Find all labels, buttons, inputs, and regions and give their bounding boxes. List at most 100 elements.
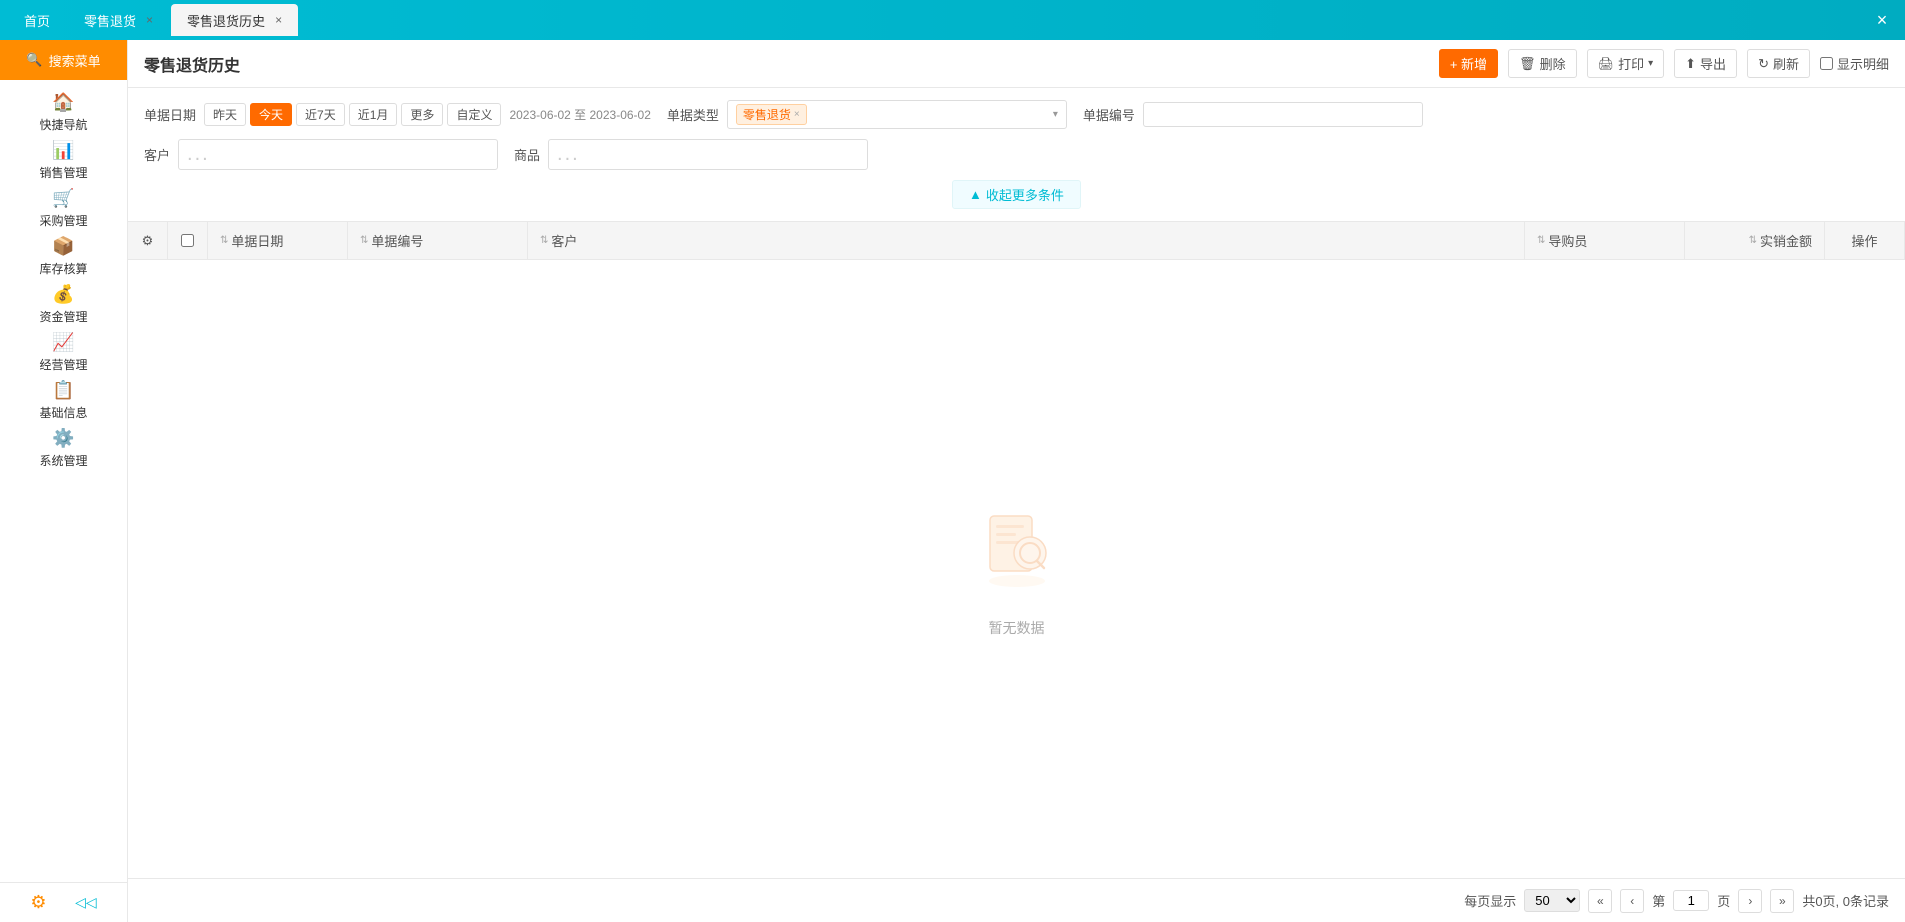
sidebar-item-system[interactable]: ⚙️ 系统管理 — [0, 424, 127, 472]
tab-retail-return-history[interactable]: 零售退货历史× — [171, 4, 298, 36]
page-header: 零售退货历史 + 新增 🗑 删除 🖨 打印 ▾ ⬆ 导出 ↻ — [128, 40, 1905, 88]
th-checkbox[interactable] — [168, 222, 208, 259]
page-unit: 页 — [1717, 891, 1730, 910]
th-billno: ⇅ 单据编号 — [348, 222, 528, 259]
empty-icon — [972, 501, 1062, 606]
custom-btn[interactable]: 自定义 — [447, 103, 501, 126]
sidebar-menu: 🏠 快捷导航📊 销售管理🛒 采购管理📦 库存核算💰 资金管理📈 经营管理📋 基础… — [0, 80, 127, 882]
th-guide: ⇅ 导购员 — [1525, 222, 1685, 259]
basic-info-icon: 📋 — [52, 380, 74, 401]
sidebar-item-label-finance: 资金管理 — [39, 308, 87, 325]
sort-customer-icon[interactable]: ⇅ — [540, 235, 548, 246]
sidebar-item-sales-mgmt[interactable]: 📊 销售管理 — [0, 136, 127, 184]
refresh-button[interactable]: ↻ 刷新 — [1747, 49, 1810, 78]
goods-select[interactable]: ... — [548, 139, 868, 170]
tab-close-retail-return-history[interactable]: × — [275, 13, 282, 27]
sort-guide-icon[interactable]: ⇅ — [1537, 235, 1545, 246]
finance-icon: 💰 — [52, 284, 74, 305]
per-page-label: 每页显示 — [1464, 891, 1516, 910]
tab-list: 首页零售退货×零售退货历史× — [8, 4, 1867, 36]
th-customer: ⇅ 客户 — [528, 222, 1525, 259]
bill-type-label: 单据类型 — [667, 105, 719, 124]
last1month-btn[interactable]: 近1月 — [349, 103, 398, 126]
filter-row-2: 客户 ... 商品 ... — [144, 139, 1889, 170]
tab-home[interactable]: 首页 — [8, 4, 66, 36]
customer-dots: ... — [187, 143, 210, 166]
sidebar-item-operations[interactable]: 📈 经营管理 — [0, 328, 127, 376]
window-close-button[interactable]: × — [1867, 5, 1897, 35]
print-button[interactable]: 🖨 打印 ▾ — [1587, 49, 1665, 78]
display-toggle-checkbox[interactable] — [1820, 57, 1833, 70]
bill-type-chevron-icon: ▾ — [1053, 109, 1058, 120]
select-all-checkbox[interactable] — [181, 234, 194, 247]
print-chevron-icon: ▾ — [1648, 58, 1653, 69]
goods-label: 商品 — [514, 145, 540, 164]
new-button[interactable]: + 新增 — [1439, 49, 1498, 78]
collapse-row: ▲ 收起更多条件 — [144, 180, 1889, 209]
sort-billno-icon[interactable]: ⇅ — [360, 235, 368, 246]
refresh-icon: ↻ — [1758, 56, 1769, 72]
sidebar-item-basic-info[interactable]: 📋 基础信息 — [0, 376, 127, 424]
content-area: 零售退货历史 + 新增 🗑 删除 🖨 打印 ▾ ⬆ 导出 ↻ — [128, 40, 1905, 922]
sidebar-item-label-inventory: 库存核算 — [39, 260, 87, 277]
sidebar: 🔍 搜索菜单 🏠 快捷导航📊 销售管理🛒 采购管理📦 库存核算💰 资金管理📈 经… — [0, 40, 128, 922]
today-btn[interactable]: 今天 — [250, 103, 292, 126]
audio-icon[interactable]: ◁◁ — [75, 894, 97, 911]
sort-date-icon[interactable]: ⇅ — [220, 235, 228, 246]
prev-page-button[interactable]: ‹ — [1620, 889, 1644, 913]
sort-amount-icon[interactable]: ⇅ — [1749, 235, 1757, 246]
bill-no-label: 单据编号 — [1083, 105, 1135, 124]
filter-goods-field: 商品 ... — [514, 139, 868, 170]
inventory-icon: 📦 — [52, 236, 74, 257]
filter-billno-field: 单据编号 — [1083, 102, 1423, 127]
tag-label: 零售退货 — [743, 106, 791, 123]
top-bar: 首页零售退货×零售退货历史× × — [0, 0, 1905, 40]
sidebar-item-finance[interactable]: 💰 资金管理 — [0, 280, 127, 328]
filter-row-1: 单据日期 昨天 今天 近7天 近1月 更多 自定义 2023-06-02 至 2… — [144, 100, 1889, 129]
date-shortcuts-group: 昨天 今天 近7天 近1月 更多 自定义 — [204, 103, 501, 126]
main-layout: 🔍 搜索菜单 🏠 快捷导航📊 销售管理🛒 采购管理📦 库存核算💰 资金管理📈 经… — [0, 40, 1905, 922]
pagination-summary: 共0页, 0条记录 — [1802, 891, 1889, 910]
next-page-button[interactable]: › — [1738, 889, 1762, 913]
bill-type-select[interactable]: 零售退货 × ▾ — [727, 100, 1067, 129]
first-page-button[interactable]: « — [1588, 889, 1612, 913]
sidebar-item-inventory[interactable]: 📦 库存核算 — [0, 232, 127, 280]
bill-no-input[interactable] — [1143, 102, 1423, 127]
tag-close-icon[interactable]: × — [794, 109, 800, 120]
last-page-button[interactable]: » — [1770, 889, 1794, 913]
customer-label: 客户 — [144, 145, 170, 164]
sidebar-item-label-operations: 经营管理 — [39, 356, 87, 373]
delete-button[interactable]: 🗑 删除 — [1508, 49, 1577, 78]
page-input[interactable] — [1673, 890, 1709, 911]
pagination: 每页显示 50 10 20 100 « ‹ 第 页 › » 共0页, 0条记录 — [128, 878, 1905, 922]
more-btn[interactable]: 更多 — [401, 103, 443, 126]
search-icon: 🔍 — [26, 52, 42, 68]
last7days-btn[interactable]: 近7天 — [296, 103, 345, 126]
sidebar-item-quick-nav[interactable]: 🏠 快捷导航 — [0, 88, 127, 136]
collapse-icon: ▲ — [969, 187, 982, 202]
purchase-mgmt-icon: 🛒 — [52, 188, 74, 209]
collapse-label: 收起更多条件 — [986, 185, 1064, 204]
yesterday-btn[interactable]: 昨天 — [204, 103, 246, 126]
sidebar-search-label: 搜索菜单 — [49, 51, 101, 70]
page-title: 零售退货历史 — [144, 52, 240, 76]
tab-close-retail-return[interactable]: × — [146, 13, 153, 27]
collapse-button[interactable]: ▲ 收起更多条件 — [952, 180, 1081, 209]
sales-mgmt-icon: 📊 — [52, 140, 74, 161]
sidebar-item-label-quick-nav: 快捷导航 — [39, 116, 87, 133]
display-toggle[interactable]: 显示明细 — [1820, 54, 1889, 73]
sidebar-item-purchase-mgmt[interactable]: 🛒 采购管理 — [0, 184, 127, 232]
th-settings[interactable]: ⚙ — [128, 222, 168, 259]
sidebar-item-label-system: 系统管理 — [39, 452, 87, 469]
customer-select[interactable]: ... — [178, 139, 498, 170]
sidebar-search-button[interactable]: 🔍 搜索菜单 — [0, 40, 127, 80]
operations-icon: 📈 — [52, 332, 74, 353]
empty-text: 暂无数据 — [989, 618, 1045, 638]
bill-type-tag: 零售退货 × — [736, 104, 807, 125]
filter-bill-type-field: 单据类型 零售退货 × ▾ — [667, 100, 1067, 129]
table-header: ⚙ ⇅ 单据日期 ⇅ 单据编号 ⇅ 客户 ⇅ — [128, 222, 1905, 260]
tab-retail-return[interactable]: 零售退货× — [68, 4, 169, 36]
per-page-select[interactable]: 50 10 20 100 — [1524, 889, 1580, 912]
export-button[interactable]: ⬆ 导出 — [1674, 49, 1737, 78]
settings-icon[interactable]: ⚙ — [30, 892, 46, 913]
